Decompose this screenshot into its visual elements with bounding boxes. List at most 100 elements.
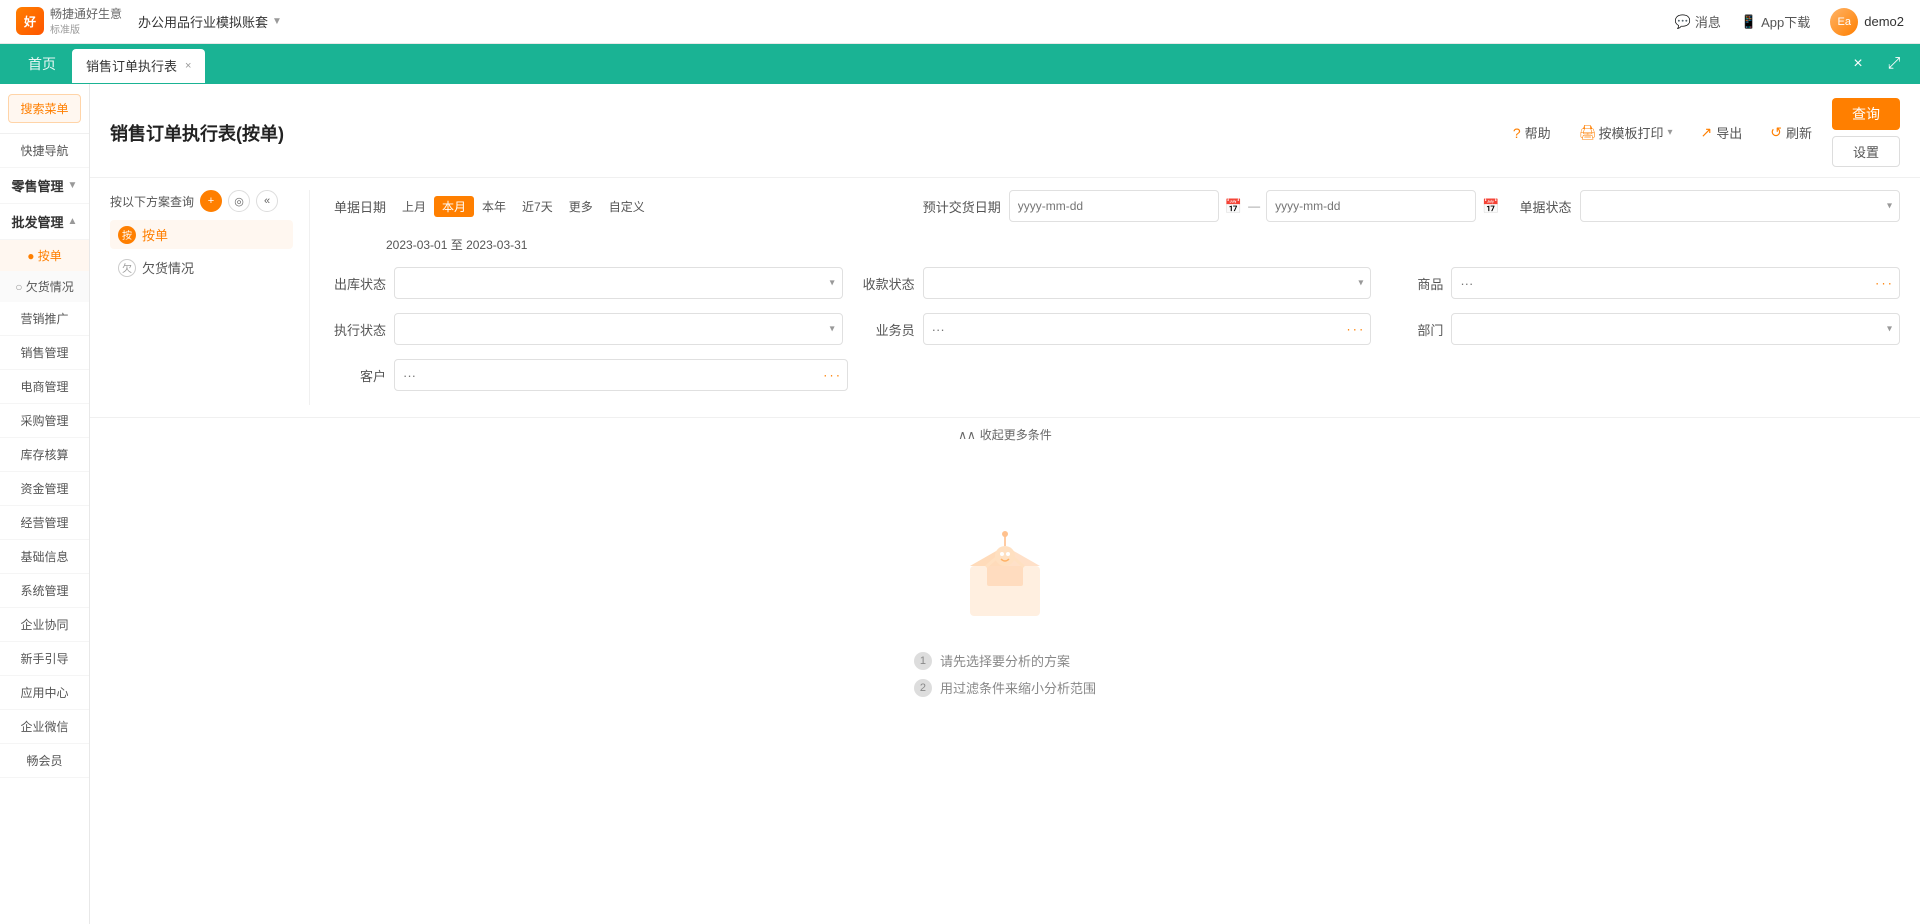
sidebar-item-marketing[interactable]: 营销推广 <box>0 302 89 336</box>
window-maximize-button[interactable]: ⤢ <box>1880 50 1908 78</box>
salesperson-dots[interactable]: ··· <box>1346 322 1365 337</box>
sidebar-item-enterprise[interactable]: 企业协同 <box>0 608 89 642</box>
export-label: 导出 <box>1716 123 1742 142</box>
workspace-selector[interactable]: 办公用品行业模拟账套 ▼ <box>130 8 290 35</box>
exec-status-wrap: ▾ <box>394 313 843 345</box>
page-actions: ? 帮助 🖨 按模板打印 ▾ ↗ 导出 ↺ 刷新 <box>1505 98 1900 167</box>
date-tab-this-year[interactable]: 本年 <box>474 196 514 217</box>
sidebar-item-inventory[interactable]: 库存核算 <box>0 438 89 472</box>
department-label: 部门 <box>1387 320 1443 339</box>
expected-delivery-field: 预计交货日期 📅 — 📅 <box>923 190 1500 222</box>
tab-home[interactable]: 首页 <box>12 44 72 84</box>
settings-button[interactable]: 设置 <box>1832 136 1900 167</box>
help-label: 帮助 <box>1525 123 1551 142</box>
sidebar-sub-item-press[interactable]: ● 按单 <box>0 240 89 271</box>
ship-status-field: 出库状态 ▾ <box>330 267 843 299</box>
date-tab-this-month[interactable]: 本月 <box>434 196 474 217</box>
customer-input[interactable] <box>394 359 848 391</box>
customer-dots[interactable]: ··· <box>823 368 842 383</box>
product-wrap: ··· <box>1451 267 1900 299</box>
sidebar-item-basic[interactable]: 基础信息 <box>0 540 89 574</box>
workspace-arrow: ▼ <box>272 16 282 27</box>
export-button[interactable]: ↗ 导出 <box>1693 119 1751 146</box>
expected-delivery-end[interactable] <box>1266 190 1476 222</box>
collapse-scheme-button[interactable]: « <box>256 190 278 212</box>
product-field: 商品 ··· <box>1387 267 1900 299</box>
top-header: 好 畅捷通好生意 标准版 办公用品行业模拟账套 ▼ 💬 消息 📱 App下载 E… <box>0 0 1920 44</box>
tab-active[interactable]: 销售订单执行表 × <box>72 49 205 83</box>
user-profile[interactable]: Ea demo2 <box>1830 8 1904 36</box>
sidebar-item-appstore[interactable]: 应用中心 <box>0 676 89 710</box>
message-icon: 💬 <box>1675 14 1691 30</box>
print-button[interactable]: 🖨 按模板打印 ▾ <box>1571 119 1681 146</box>
help-button[interactable]: ? 帮助 <box>1505 119 1559 146</box>
product-dots[interactable]: ··· <box>1875 276 1894 291</box>
sidebar-item-member[interactable]: 畅会员 <box>0 744 89 778</box>
calendar-start-icon[interactable]: 📅 <box>1225 198 1242 215</box>
collapse-arrow-icon: ∧∧ <box>958 428 976 442</box>
exec-status-label: 执行状态 <box>330 320 386 339</box>
avatar: Ea <box>1830 8 1858 36</box>
order-status-select[interactable] <box>1580 190 1901 222</box>
export-icon: ↗ <box>1701 124 1713 141</box>
message-button[interactable]: 💬 消息 <box>1675 12 1721 31</box>
exec-status-select[interactable] <box>394 313 843 345</box>
date-tab-7days[interactable]: 近7天 <box>514 196 561 217</box>
sidebar-sub-item-debt[interactable]: ○ 欠货情况 <box>0 271 89 302</box>
sidebar-item-ecommerce[interactable]: 电商管理 <box>0 370 89 404</box>
sidebar-item-finance[interactable]: 资金管理 <box>0 472 89 506</box>
refresh-button[interactable]: ↺ 刷新 <box>1762 119 1820 146</box>
app-download-button[interactable]: 📱 App下载 <box>1741 12 1810 31</box>
refresh-icon: ↺ <box>1770 124 1782 141</box>
app-logo-icon: 好 <box>16 7 44 35</box>
filter-row-2: 出库状态 ▾ 收款状态 ▾ <box>330 267 1900 299</box>
workspace-name: 办公用品行业模拟账套 <box>138 12 268 31</box>
payment-status-select[interactable] <box>923 267 1372 299</box>
salesperson-input[interactable] <box>923 313 1372 345</box>
scheme-item-debt[interactable]: 欠 欠货情况 <box>110 253 293 282</box>
calendar-end-icon[interactable]: 📅 <box>1482 198 1499 215</box>
salesperson-wrap: ··· <box>923 313 1372 345</box>
query-button[interactable]: 查询 <box>1832 98 1900 130</box>
sidebar-item-corpwechat[interactable]: 企业微信 <box>0 710 89 744</box>
sidebar-item-operations[interactable]: 经营管理 <box>0 506 89 540</box>
header-right: 💬 消息 📱 App下载 Ea demo2 <box>1675 8 1904 36</box>
order-status-field: 单据状态 ▾ <box>1516 190 1901 222</box>
empty-tips: 1 请先选择要分析的方案 2 用过滤条件来缩小分析范围 <box>914 651 1096 697</box>
date-range-text: 2023-03-01 至 2023-03-31 <box>386 236 527 253</box>
sidebar-item-newbie[interactable]: 新手引导 <box>0 642 89 676</box>
window-close-button[interactable]: × <box>1844 50 1872 78</box>
add-scheme-button[interactable]: + <box>200 190 222 212</box>
query-buttons: 查询 设置 <box>1832 98 1900 167</box>
tip-text-1: 请先选择要分析的方案 <box>940 651 1070 670</box>
expected-delivery-range: 📅 — 📅 <box>1009 190 1500 222</box>
date-tab-custom[interactable]: 自定义 <box>601 196 653 217</box>
department-select[interactable] <box>1451 313 1900 345</box>
tab-bar-actions: × ⤢ <box>1844 50 1908 78</box>
page-title-bar: 销售订单执行表(按单) ? 帮助 🖨 按模板打印 ▾ ↗ 导出 <box>90 84 1920 178</box>
copy-scheme-button[interactable]: ◎ <box>228 190 250 212</box>
date-tab-last-month[interactable]: 上月 <box>394 196 434 217</box>
sidebar-item-retail[interactable]: 零售管理 ▼ <box>0 168 89 204</box>
sidebar-item-purchase[interactable]: 采购管理 <box>0 404 89 438</box>
expected-delivery-start[interactable] <box>1009 190 1219 222</box>
logo-area: 好 畅捷通好生意 标准版 <box>16 7 122 36</box>
order-status-label: 单据状态 <box>1516 197 1572 216</box>
empty-tip-1: 1 请先选择要分析的方案 <box>914 651 1096 670</box>
product-input[interactable] <box>1451 267 1900 299</box>
print-dropdown-arrow[interactable]: ▾ <box>1667 127 1672 138</box>
date-tab-more[interactable]: 更多 <box>561 196 601 217</box>
collapse-bar[interactable]: ∧∧ 收起更多条件 <box>90 417 1920 451</box>
sidebar-item-sales[interactable]: 销售管理 <box>0 336 89 370</box>
ship-status-select[interactable] <box>394 267 843 299</box>
sidebar-item-shortcut[interactable]: 快捷导航 <box>0 134 89 168</box>
scheme-item-press[interactable]: 按 按单 <box>110 220 293 249</box>
tip-text-2: 用过滤条件来缩小分析范围 <box>940 678 1096 697</box>
tab-close-button[interactable]: × <box>185 60 191 72</box>
sidebar-item-wholesale[interactable]: 批发管理 ▲ <box>0 204 89 240</box>
search-menu-button[interactable]: 搜索菜单 <box>8 94 81 123</box>
sidebar-item-system[interactable]: 系统管理 <box>0 574 89 608</box>
header-left: 好 畅捷通好生意 标准版 办公用品行业模拟账套 ▼ <box>16 7 290 36</box>
department-field: 部门 ▾ <box>1387 313 1900 345</box>
product-label: 商品 <box>1387 274 1443 293</box>
